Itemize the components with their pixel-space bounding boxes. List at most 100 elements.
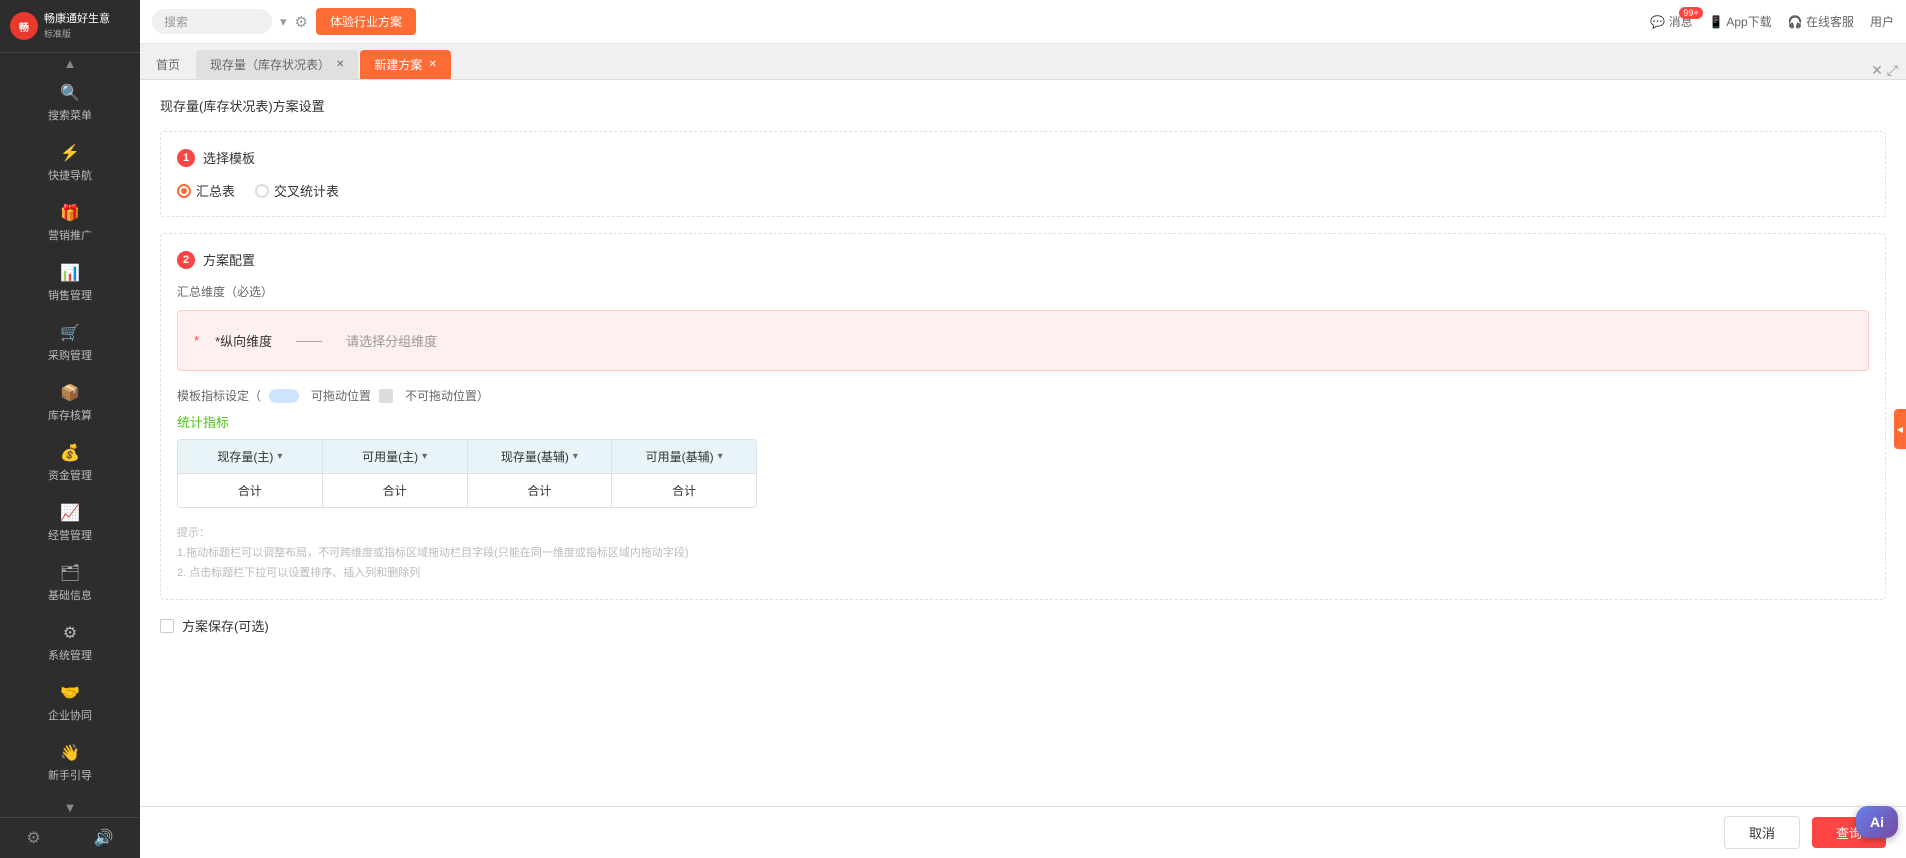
sidebar-item-purchase[interactable]: 🛒 采购管理 (0, 313, 140, 373)
dimension-box[interactable]: * *纵向维度 —— 请选择分组维度 (177, 310, 1869, 371)
template-options: 汇总表 交叉统计表 (177, 181, 1869, 200)
window-expand-icon[interactable]: ⤢ (1887, 62, 1898, 79)
cancel-button[interactable]: 取消 (1724, 816, 1800, 849)
sidebar-nav: 🔍 搜索菜单 ⚡ 快捷导航 🎁 营销推广 📊 销售管理 🛒 采购管理 📦 库存核… (0, 73, 140, 797)
tab-inventory-close[interactable]: ✕ (336, 59, 344, 70)
save-option: 方案保存(可选) (160, 616, 1886, 635)
topbar-search-placeholder[interactable]: 搜索 (152, 9, 272, 34)
sidebar-item-search[interactable]: 🔍 搜索菜单 (0, 73, 140, 133)
logo-text: 畅康通好生意 标准版 (44, 12, 110, 39)
marketing-icon: 🎁 (60, 203, 80, 223)
ai-fab-button[interactable]: Ai (1856, 806, 1898, 838)
sales-icon: 📊 (60, 263, 80, 283)
summary-dimension-label: 汇总维度（必选） (177, 283, 1869, 300)
phone-icon: 📱 (1709, 15, 1724, 29)
step1-header: 1 选择模板 (177, 148, 1869, 167)
trial-btn[interactable]: 体验行业方案 (316, 8, 416, 35)
non-draggable-mark (379, 389, 393, 403)
sidebar-logo: 畅 畅康通好生意 标准版 (0, 0, 140, 53)
topbar-gear-icon[interactable]: ⚙ (295, 13, 308, 31)
tab-home[interactable]: 首页 (142, 50, 194, 79)
step1-num: 1 (177, 149, 195, 167)
draggable-badge (269, 389, 299, 403)
company-icon: 🤝 (60, 683, 80, 703)
radio-crosstab[interactable]: 交叉统计表 (255, 181, 339, 200)
sidebar-item-newbie[interactable]: 👋 新手引导 (0, 733, 140, 793)
save-checkbox[interactable] (160, 619, 174, 633)
sidebar: 畅 畅康通好生意 标准版 ▲ 🔍 搜索菜单 ⚡ 快捷导航 🎁 营销推广 📊 销售… (0, 0, 140, 858)
stats-title: 统计指标 (177, 412, 1869, 431)
step2-section: 2 方案配置 汇总维度（必选） * *纵向维度 —— 请选择分组维度 模板指标设… (160, 233, 1886, 600)
tab-inventory[interactable]: 现存量（库存状况表） ✕ (196, 50, 358, 79)
radio-summary-dot (177, 184, 191, 198)
stats-cell-1: 合计 (323, 474, 468, 507)
stats-table-row: 合计 合计 合计 合计 (178, 473, 756, 507)
sidebar-item-business[interactable]: 📈 经营管理 (0, 493, 140, 553)
step2-title: 方案配置 (203, 250, 255, 269)
purchase-icon: 🛒 (60, 323, 80, 343)
step2-num: 2 (177, 251, 195, 269)
newbie-icon: 👋 (60, 743, 80, 763)
tab-new-scheme[interactable]: 新建方案 ✕ (360, 50, 450, 79)
tabbar: 首页 现存量（库存状况表） ✕ 新建方案 ✕ ✕ ⤢ (140, 44, 1906, 80)
sidebar-scroll-down[interactable]: ▼ (0, 797, 140, 817)
inventory-icon: 📦 (60, 383, 80, 403)
logo-icon: 畅 (10, 12, 38, 40)
tabbar-right: ✕ ⤢ (1871, 62, 1906, 79)
messages-badge: 99+ (1679, 7, 1702, 19)
indicator-label: 模板指标设定（ 可拖动位置 不可拖动位置） (177, 387, 1869, 404)
sidebar-item-company[interactable]: 🤝 企业协同 (0, 673, 140, 733)
collapse-handle[interactable]: ◀ (1894, 409, 1906, 449)
indicator-section: 模板指标设定（ 可拖动位置 不可拖动位置） 统计指标 现存量(主) ▾ 可用 (177, 387, 1869, 583)
col3-chevron: ▾ (718, 451, 723, 462)
sidebar-scroll-up[interactable]: ▲ (0, 53, 140, 73)
sidebar-item-finance[interactable]: 💰 资金管理 (0, 433, 140, 493)
stats-col-0[interactable]: 现存量(主) ▾ (178, 440, 323, 473)
radio-crosstab-dot (255, 184, 269, 198)
audio-icon[interactable]: 🔊 (94, 828, 114, 848)
stats-col-2[interactable]: 现存量(基辅) ▾ (468, 440, 613, 473)
stats-table: 现存量(主) ▾ 可用量(主) ▾ 现存量(基辅) ▾ 可用量(基辅) (177, 439, 757, 508)
save-label: 方案保存(可选) (182, 616, 269, 635)
topbar-chevron-icon[interactable]: ▾ (280, 14, 287, 30)
topbar: 搜索 ▾ ⚙ 体验行业方案 💬 消息 99+ 📱 App下载 🎧 在线客服 用户 (140, 0, 1906, 44)
sidebar-item-sales[interactable]: 📊 销售管理 (0, 253, 140, 313)
step1-title: 选择模板 (203, 148, 255, 167)
sidebar-item-quick-nav[interactable]: ⚡ 快捷导航 (0, 133, 140, 193)
sidebar-item-inventory[interactable]: 📦 库存核算 (0, 373, 140, 433)
stats-cell-3: 合计 (612, 474, 756, 507)
col0-chevron: ▾ (277, 451, 282, 462)
user-avatar[interactable]: 用户 (1870, 13, 1894, 30)
stats-cell-2: 合计 (468, 474, 613, 507)
tab-new-scheme-close[interactable]: ✕ (428, 59, 436, 70)
page-title: 现存量(库存状况表)方案设置 (160, 96, 1886, 115)
col1-chevron: ▾ (422, 451, 427, 462)
quick-nav-icon: ⚡ (60, 143, 80, 163)
basic-icon: 🗂 (60, 563, 80, 583)
finance-icon: 💰 (60, 443, 80, 463)
topbar-right: 💬 消息 99+ 📱 App下载 🎧 在线客服 用户 (1650, 13, 1894, 30)
stats-table-header: 现存量(主) ▾ 可用量(主) ▾ 现存量(基辅) ▾ 可用量(基辅) (178, 440, 756, 473)
window-close-icon[interactable]: ✕ (1871, 62, 1883, 79)
message-icon: 💬 (1650, 15, 1665, 29)
vertical-label: *纵向维度 (215, 331, 272, 350)
sidebar-item-system[interactable]: ⚙ 系统管理 (0, 613, 140, 673)
tips-section: 提示： 1.拖动标题栏可以调整布局，不可跨维度或指标区域拖动栏目字段(只能在同一… (177, 524, 1869, 583)
content: 现存量(库存状况表)方案设置 1 选择模板 汇总表 交叉统计表 2 (140, 80, 1906, 806)
step1-section: 1 选择模板 汇总表 交叉统计表 (160, 131, 1886, 217)
messages-btn[interactable]: 💬 消息 99+ (1650, 13, 1692, 30)
search-icon: 🔍 (60, 83, 80, 103)
stats-col-3[interactable]: 可用量(基辅) ▾ (612, 440, 756, 473)
sidebar-item-marketing[interactable]: 🎁 营销推广 (0, 193, 140, 253)
step2-header: 2 方案配置 (177, 250, 1869, 269)
settings-icon[interactable]: ⚙ (26, 828, 40, 848)
stats-cell-0: 合计 (178, 474, 323, 507)
dimension-placeholder: 请选择分组维度 (346, 331, 437, 350)
stats-col-1[interactable]: 可用量(主) ▾ (323, 440, 468, 473)
app-download-btn[interactable]: 📱 App下载 (1709, 13, 1772, 30)
required-star: * (194, 333, 199, 348)
radio-summary[interactable]: 汇总表 (177, 181, 235, 200)
sidebar-item-basic[interactable]: 🗂 基础信息 (0, 553, 140, 613)
online-service-btn[interactable]: 🎧 在线客服 (1788, 13, 1854, 30)
config-section: 汇总维度（必选） * *纵向维度 —— 请选择分组维度 (177, 283, 1869, 371)
